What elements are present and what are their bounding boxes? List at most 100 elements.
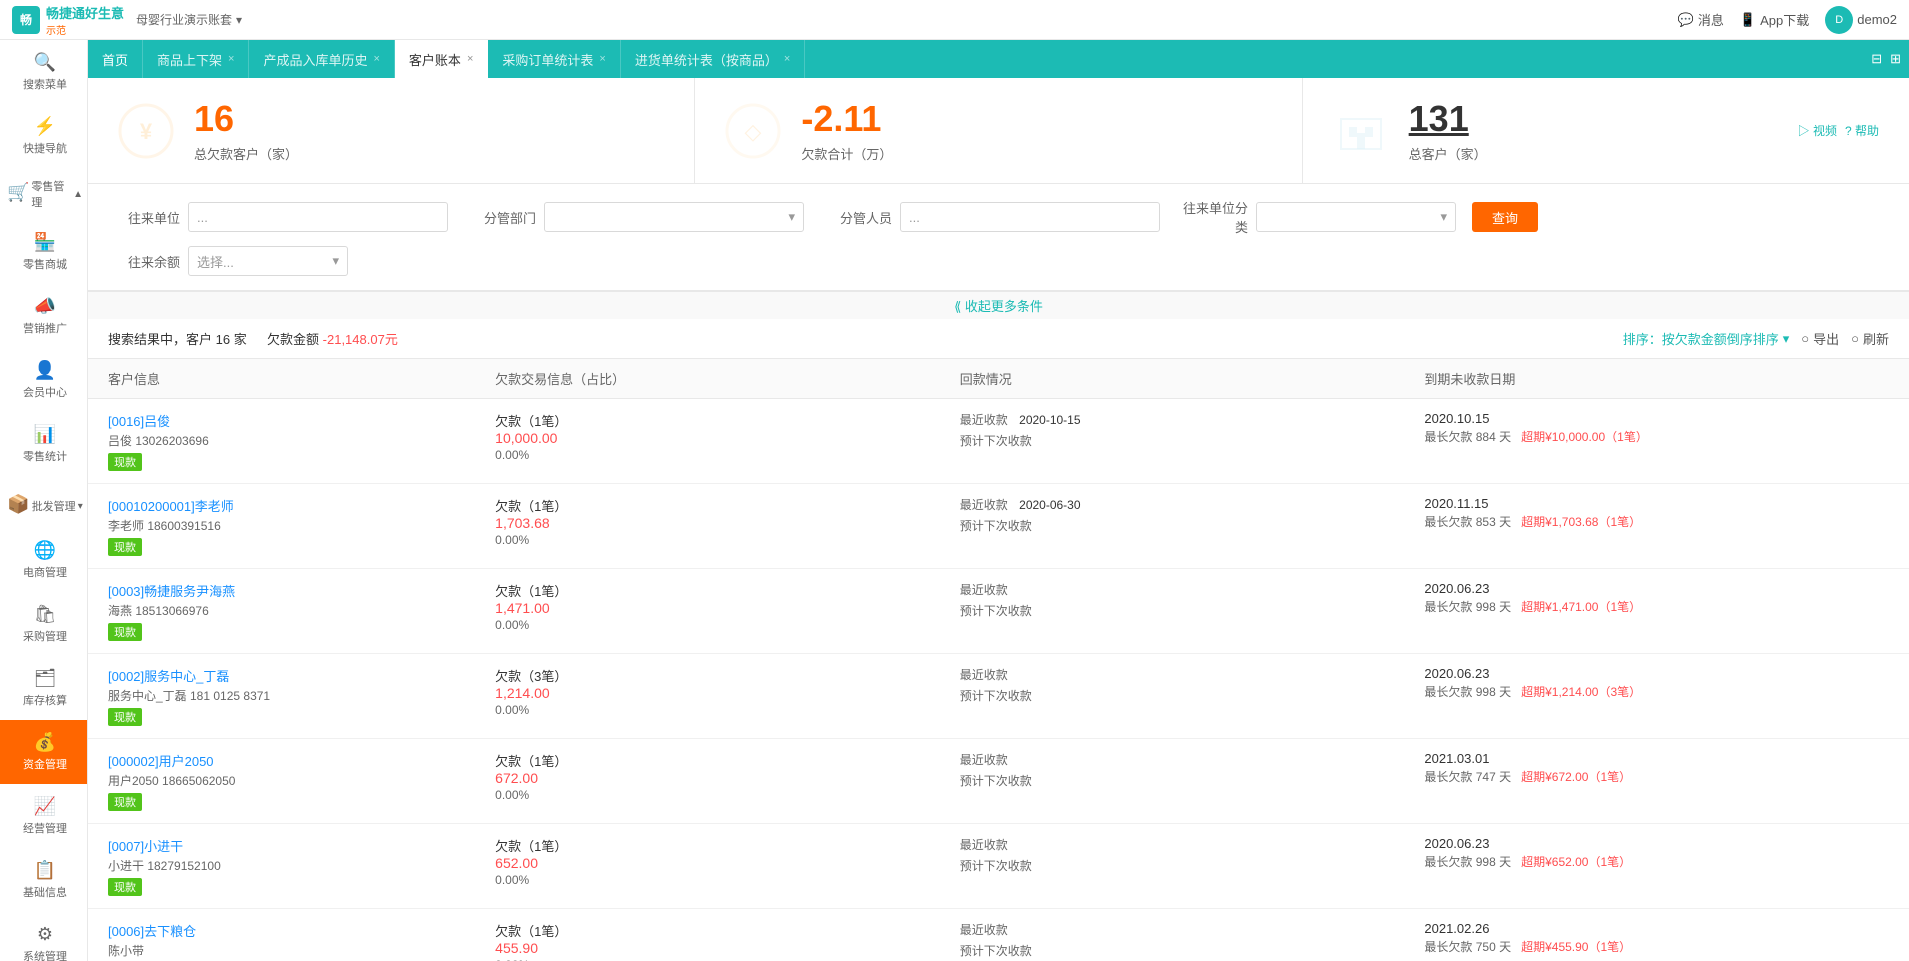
from-unit-input[interactable]: ... — [188, 202, 448, 232]
system-icon: ⚙ — [37, 924, 53, 945]
tabs-bar: 首页 商品上下架 × 产成品入库单历史 × 客户账本 × 采购订单统计表 × — [88, 40, 1909, 78]
overdue-amount[interactable]: 超期¥652.00（1笔） — [1521, 855, 1631, 869]
sort-select[interactable]: 排序：按欠款金额倒序排序 ▾ — [1623, 329, 1790, 348]
overdue-amount[interactable]: 超期¥1,471.00（1笔） — [1521, 600, 1641, 614]
sidebar-item-marketing[interactable]: 📣 营销推广 — [0, 284, 87, 348]
last-collection: 最近收款 — [960, 666, 1425, 683]
header-customer: 客户信息 — [108, 369, 495, 388]
customer-phone: 用户2050 18665062050 — [108, 772, 495, 789]
customer-tag: 现款 — [108, 878, 142, 896]
tab-goods[interactable]: 商品上下架 × — [143, 40, 249, 78]
sidebar-item-wholesale-mgmt[interactable]: 📦 批发管理 ▾ — [0, 484, 87, 528]
debt-count: 欠款（1笔） — [495, 751, 960, 770]
tab-close-icon[interactable]: × — [228, 53, 234, 65]
refresh-btn[interactable]: ○ 刷新 — [1851, 329, 1889, 348]
sidebar-item-purchase-mgmt[interactable]: 🛍 采购管理 — [0, 592, 87, 656]
sidebar-item-system-mgmt[interactable]: ⚙ 系统管理 — [0, 912, 87, 961]
retail-stats-icon: 📊 — [34, 424, 56, 445]
debt-info-col: 欠款（1笔） 455.90 0.00% — [495, 921, 960, 961]
table-body: [0016]吕俊 吕俊 13026203696 现款 欠款（1笔） 10,000… — [88, 399, 1909, 961]
stat-number-debt-customers: 16 — [194, 98, 298, 140]
building-icon — [1333, 103, 1389, 159]
customer-name[interactable]: [0006]去下粮仓 — [108, 921, 495, 940]
tab-close-icon[interactable]: × — [599, 53, 605, 65]
sidebar-label: 电商管理 — [23, 564, 67, 580]
tab-inbound-stats[interactable]: 进货单统计表（按商品） × — [621, 40, 805, 78]
department-select[interactable]: ▾ — [544, 202, 804, 232]
tab-minimize-icon[interactable]: ⊟ — [1871, 51, 1882, 67]
sidebar-item-basic-info[interactable]: 📋 基础信息 — [0, 848, 87, 912]
unit-category-select[interactable]: ▾ — [1256, 202, 1456, 232]
customer-name[interactable]: [000002]用户2050 — [108, 751, 495, 770]
collapse-row[interactable]: ⟪ 收起更多条件 — [88, 291, 1909, 319]
tab-close-icon[interactable]: × — [784, 53, 790, 65]
stat-label-total-customers: 总客户（家） — [1409, 144, 1487, 163]
industry-select[interactable]: 母婴行业演示账套 ▾ — [136, 11, 242, 28]
overdue-amount[interactable]: 超期¥672.00（1笔） — [1521, 770, 1631, 784]
video-btn[interactable]: ▷ 视频 — [1798, 122, 1837, 139]
customer-name[interactable]: [0016]吕俊 — [108, 411, 495, 430]
customer-name[interactable]: [0003]畅捷服务尹海燕 — [108, 581, 495, 600]
tab-purchase-order[interactable]: 采购订单统计表 × — [488, 40, 620, 78]
tab-close-icon[interactable]: × — [467, 53, 473, 65]
sidebar-item-retail-mall[interactable]: 🏪 零售商城 — [0, 220, 87, 284]
stat-number-total-customers: 131 — [1409, 98, 1487, 140]
sidebar-label: 营销推广 — [23, 320, 67, 336]
customer-phone: 陈小带 — [108, 942, 495, 959]
query-button[interactable]: 查询 — [1472, 202, 1538, 232]
customer-name[interactable]: [00010200001]李老师 — [108, 496, 495, 515]
filter-department: 分管部门 ▾ — [464, 202, 804, 232]
overdue-amount[interactable]: 超期¥1,703.68（1笔） — [1521, 515, 1641, 529]
tab-label: 首页 — [102, 50, 128, 69]
customer-name[interactable]: [0007]小进干 — [108, 836, 495, 855]
stat-info-total-customers: 131 总客户（家） — [1409, 98, 1487, 163]
debt-amount[interactable]: 1,703.68 — [495, 515, 960, 531]
customer-tag: 现款 — [108, 708, 142, 726]
app-download-btn[interactable]: 📱 App下载 — [1740, 10, 1809, 29]
manager-input[interactable]: ... — [900, 202, 1160, 232]
debt-amount[interactable]: 1,471.00 — [495, 600, 960, 616]
customer-info-col: [0016]吕俊 吕俊 13026203696 现款 — [108, 411, 495, 471]
sidebar-item-ecommerce-mgmt[interactable]: 🌐 电商管理 — [0, 528, 87, 592]
app-icon: 📱 — [1740, 12, 1756, 28]
sidebar-item-retail-stats[interactable]: 📊 零售统计 — [0, 412, 87, 476]
balance-select[interactable]: 选择... ▾ — [188, 246, 348, 276]
overdue-amount[interactable]: 超期¥1,214.00（3笔） — [1521, 685, 1641, 699]
sidebar-item-search-menu[interactable]: 🔍 搜索菜单 — [0, 40, 87, 104]
debt-info-col: 欠款（1笔） 652.00 0.00% — [495, 836, 960, 887]
customer-info-col: [0007]小进干 小进干 18279152100 现款 — [108, 836, 495, 896]
tab-close-icon[interactable]: × — [373, 53, 379, 65]
debt-amount[interactable]: 672.00 — [495, 770, 960, 786]
sidebar-item-member-center[interactable]: 👤 会员中心 — [0, 348, 87, 412]
sidebar-item-inventory[interactable]: 🗂 库存核算 — [0, 656, 87, 720]
overdue-info-col: 2020.11.15 最长欠款 853 天 超期¥1,703.68（1笔） — [1424, 496, 1889, 530]
sidebar-item-operations-mgmt[interactable]: 📈 经营管理 — [0, 784, 87, 848]
tab-home[interactable]: 首页 — [88, 40, 143, 78]
minus-icon: ◇ — [725, 103, 781, 159]
overdue-amount[interactable]: 超期¥10,000.00（1笔） — [1521, 430, 1648, 444]
customer-name[interactable]: [0002]服务中心_丁磊 — [108, 666, 495, 685]
export-btn[interactable]: ○ 导出 — [1801, 329, 1839, 348]
tab-label: 客户账本 — [409, 50, 461, 69]
filter-area: 往来单位 ... 分管部门 ▾ — [88, 184, 1909, 291]
sidebar-item-retail-mgmt[interactable]: 🛒 零售管理 ▲ — [0, 168, 87, 220]
tab-customer-ledger[interactable]: 客户账本 × — [395, 40, 488, 78]
sidebar-item-finance-mgmt[interactable]: 💰 资金管理 — [0, 720, 87, 784]
collection-info-col: 最近收款 预计下次收款 — [960, 751, 1425, 789]
tab-maximize-icon[interactable]: ⊞ — [1890, 51, 1901, 67]
debt-amount[interactable]: 455.90 — [495, 940, 960, 956]
help-btn[interactable]: ? 帮助 — [1845, 122, 1879, 139]
sidebar-item-quick-nav[interactable]: ⚡ 快捷导航 — [0, 104, 87, 168]
user-menu[interactable]: D demo2 — [1825, 6, 1897, 34]
basic-info-icon: 📋 — [34, 860, 56, 881]
debt-ratio: 0.00% — [495, 448, 960, 462]
results-actions: 排序：按欠款金额倒序排序 ▾ ○ 导出 ○ 刷新 — [1623, 329, 1889, 348]
debt-amount[interactable]: 652.00 — [495, 855, 960, 871]
overdue-amount[interactable]: 超期¥455.90（1笔） — [1521, 940, 1631, 954]
message-btn[interactable]: 💬 消息 — [1678, 10, 1724, 29]
customer-info-col: [00010200001]李老师 李老师 18600391516 现款 — [108, 496, 495, 556]
debt-amount[interactable]: 1,214.00 — [495, 685, 960, 701]
debt-amount[interactable]: 10,000.00 — [495, 430, 960, 446]
tab-products[interactable]: 产成品入库单历史 × — [249, 40, 394, 78]
app-name: 畅捷通好生意 — [46, 3, 124, 22]
